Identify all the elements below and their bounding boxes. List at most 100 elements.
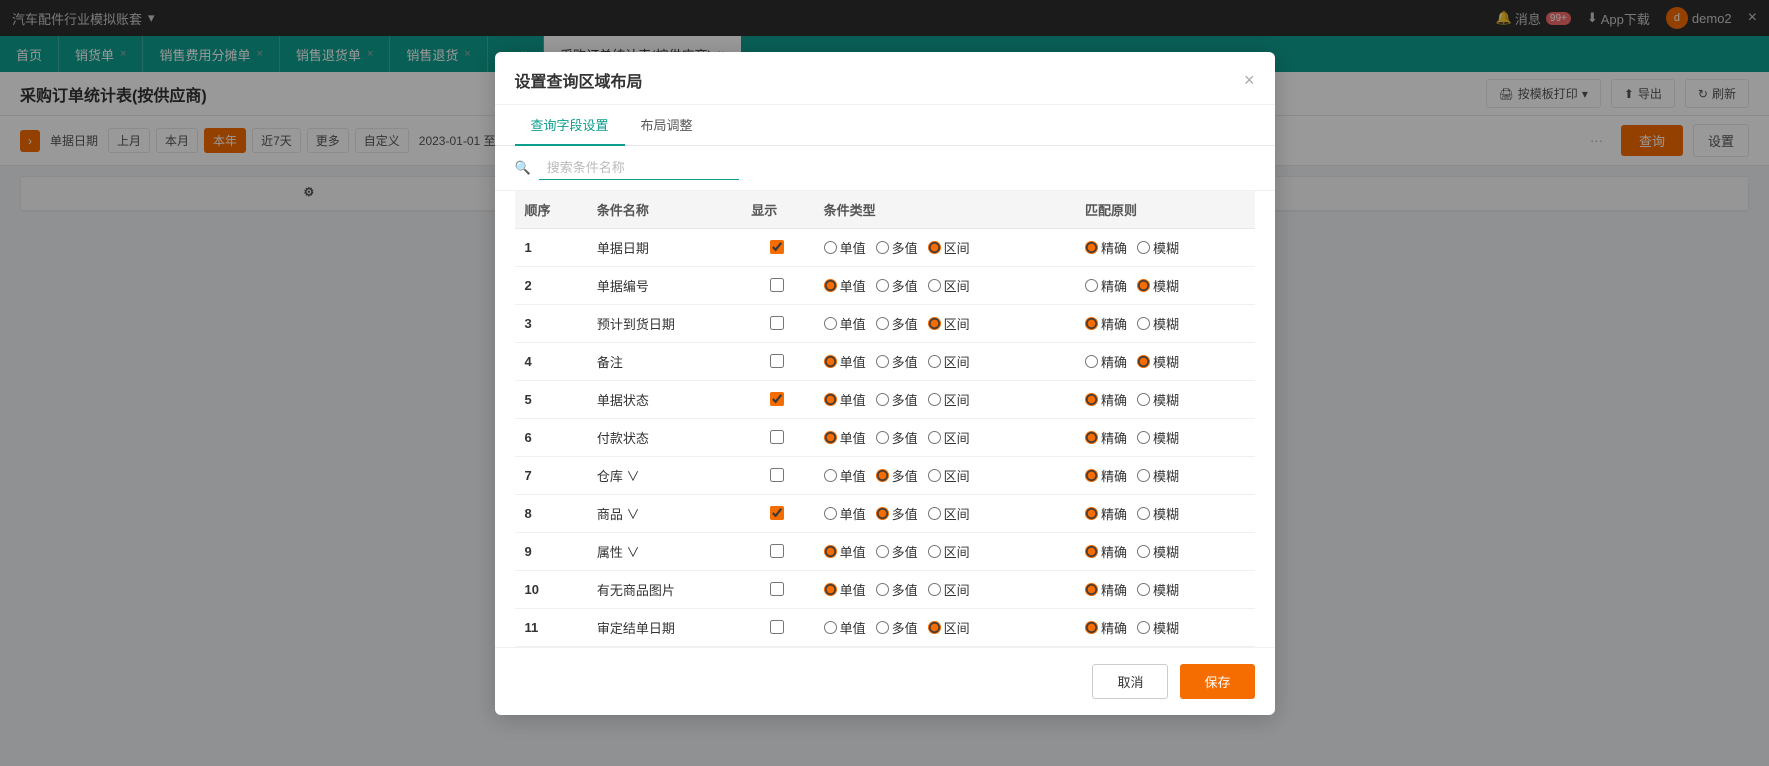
row-type-10: 单值多值区间 — [814, 608, 1075, 646]
row-name-2: 预计到货日期 — [587, 304, 741, 342]
row-type-6: 单值多值区间 — [814, 456, 1075, 494]
match-radio-精确-3[interactable]: 精确 — [1085, 352, 1127, 371]
type-radio-多值-0[interactable]: 多值 — [876, 238, 918, 257]
match-radio-精确-9[interactable]: 精确 — [1085, 580, 1127, 599]
type-radio-单值-2[interactable]: 单值 — [824, 314, 866, 333]
table-header-row: 顺序 条件名称 显示 条件类型 匹配原则 — [515, 191, 1255, 229]
show-checkbox-7[interactable] — [770, 506, 784, 520]
type-radio-单值-5[interactable]: 单值 — [824, 428, 866, 447]
type-radio-单值-8[interactable]: 单值 — [824, 542, 866, 561]
type-radio-多值-8[interactable]: 多值 — [876, 542, 918, 561]
type-radio-区间-8[interactable]: 区间 — [928, 542, 970, 561]
tab-field-settings[interactable]: 查询字段设置 — [515, 105, 625, 146]
type-radio-区间-7[interactable]: 区间 — [928, 504, 970, 523]
show-checkbox-2[interactable] — [770, 316, 784, 330]
table-row: 9属性 ∨单值多值区间精确模糊 — [515, 532, 1255, 570]
type-radio-多值-3[interactable]: 多值 — [876, 352, 918, 371]
row-name-4: 单据状态 — [587, 380, 741, 418]
match-radio-模糊-0[interactable]: 模糊 — [1137, 238, 1179, 257]
match-radio-精确-10[interactable]: 精确 — [1085, 618, 1127, 637]
show-checkbox-6[interactable] — [770, 468, 784, 482]
type-radio-多值-9[interactable]: 多值 — [876, 580, 918, 599]
match-radio-精确-2[interactable]: 精确 — [1085, 314, 1127, 333]
row-type-5: 单值多值区间 — [814, 418, 1075, 456]
type-radio-区间-0[interactable]: 区间 — [928, 238, 970, 257]
th-name: 条件名称 — [587, 191, 741, 229]
cancel-button[interactable]: 取消 — [1092, 664, 1168, 699]
match-radio-模糊-7[interactable]: 模糊 — [1137, 504, 1179, 523]
type-radio-单值-9[interactable]: 单值 — [824, 580, 866, 599]
match-radio-模糊-10[interactable]: 模糊 — [1137, 618, 1179, 637]
match-radio-精确-4[interactable]: 精确 — [1085, 390, 1127, 409]
match-radio-模糊-2[interactable]: 模糊 — [1137, 314, 1179, 333]
type-radio-多值-2[interactable]: 多值 — [876, 314, 918, 333]
type-radio-多值-1[interactable]: 多值 — [876, 276, 918, 295]
dialog-title: 设置查询区域布局 — [515, 68, 643, 92]
dialog-search-bar: 🔍 — [495, 146, 1275, 191]
row-match-10: 精确模糊 — [1075, 608, 1255, 646]
tab-layout-adjust[interactable]: 布局调整 — [625, 105, 709, 146]
show-checkbox-9[interactable] — [770, 582, 784, 596]
type-radio-多值-10[interactable]: 多值 — [876, 618, 918, 637]
show-checkbox-5[interactable] — [770, 430, 784, 444]
show-checkbox-1[interactable] — [770, 278, 784, 292]
row-show-8 — [741, 532, 813, 570]
match-radio-精确-1[interactable]: 精确 — [1085, 276, 1127, 295]
type-radio-区间-3[interactable]: 区间 — [928, 352, 970, 371]
table-row: 7仓库 ∨单值多值区间精确模糊 — [515, 456, 1255, 494]
type-radio-区间-4[interactable]: 区间 — [928, 390, 970, 409]
type-radio-区间-6[interactable]: 区间 — [928, 466, 970, 485]
type-radio-区间-1[interactable]: 区间 — [928, 276, 970, 295]
type-radio-多值-7[interactable]: 多值 — [876, 504, 918, 523]
type-radio-单值-1[interactable]: 单值 — [824, 276, 866, 295]
table-row: 5单据状态单值多值区间精确模糊 — [515, 380, 1255, 418]
dialog-footer: 取消 保存 — [495, 647, 1275, 715]
match-radio-精确-8[interactable]: 精确 — [1085, 542, 1127, 561]
show-checkbox-10[interactable] — [770, 620, 784, 634]
type-radio-单值-4[interactable]: 单值 — [824, 390, 866, 409]
type-radio-单值-3[interactable]: 单值 — [824, 352, 866, 371]
match-radio-模糊-6[interactable]: 模糊 — [1137, 466, 1179, 485]
show-checkbox-8[interactable] — [770, 544, 784, 558]
row-show-3 — [741, 342, 813, 380]
search-icon: 🔍 — [515, 160, 531, 176]
type-radio-多值-5[interactable]: 多值 — [876, 428, 918, 447]
type-radio-单值-0[interactable]: 单值 — [824, 238, 866, 257]
type-radio-单值-10[interactable]: 单值 — [824, 618, 866, 637]
row-match-9: 精确模糊 — [1075, 570, 1255, 608]
type-radio-区间-2[interactable]: 区间 — [928, 314, 970, 333]
row-name-10: 审定结单日期 — [587, 608, 741, 646]
save-button[interactable]: 保存 — [1180, 664, 1254, 699]
type-radio-区间-10[interactable]: 区间 — [928, 618, 970, 637]
match-radio-精确-7[interactable]: 精确 — [1085, 504, 1127, 523]
show-checkbox-0[interactable] — [770, 240, 784, 254]
row-match-3: 精确模糊 — [1075, 342, 1255, 380]
row-show-7 — [741, 494, 813, 532]
type-radio-单值-6[interactable]: 单值 — [824, 466, 866, 485]
th-order: 顺序 — [515, 191, 587, 229]
type-radio-单值-7[interactable]: 单值 — [824, 504, 866, 523]
match-radio-模糊-1[interactable]: 模糊 — [1137, 276, 1179, 295]
match-radio-模糊-3[interactable]: 模糊 — [1137, 352, 1179, 371]
match-radio-精确-6[interactable]: 精确 — [1085, 466, 1127, 485]
type-radio-区间-5[interactable]: 区间 — [928, 428, 970, 447]
row-name-6: 仓库 ∨ — [587, 456, 741, 494]
th-match: 匹配原则 — [1075, 191, 1255, 229]
row-name-5: 付款状态 — [587, 418, 741, 456]
type-radio-区间-9[interactable]: 区间 — [928, 580, 970, 599]
match-radio-模糊-8[interactable]: 模糊 — [1137, 542, 1179, 561]
show-checkbox-3[interactable] — [770, 354, 784, 368]
type-radio-多值-4[interactable]: 多值 — [876, 390, 918, 409]
row-match-4: 精确模糊 — [1075, 380, 1255, 418]
row-show-4 — [741, 380, 813, 418]
match-radio-精确-5[interactable]: 精确 — [1085, 428, 1127, 447]
dialog-close-btn[interactable]: × — [1244, 71, 1255, 89]
type-radio-多值-6[interactable]: 多值 — [876, 466, 918, 485]
show-checkbox-4[interactable] — [770, 392, 784, 406]
row-match-2: 精确模糊 — [1075, 304, 1255, 342]
condition-search-input[interactable] — [539, 156, 739, 180]
match-radio-模糊-4[interactable]: 模糊 — [1137, 390, 1179, 409]
match-radio-模糊-5[interactable]: 模糊 — [1137, 428, 1179, 447]
match-radio-模糊-9[interactable]: 模糊 — [1137, 580, 1179, 599]
match-radio-精确-0[interactable]: 精确 — [1085, 238, 1127, 257]
